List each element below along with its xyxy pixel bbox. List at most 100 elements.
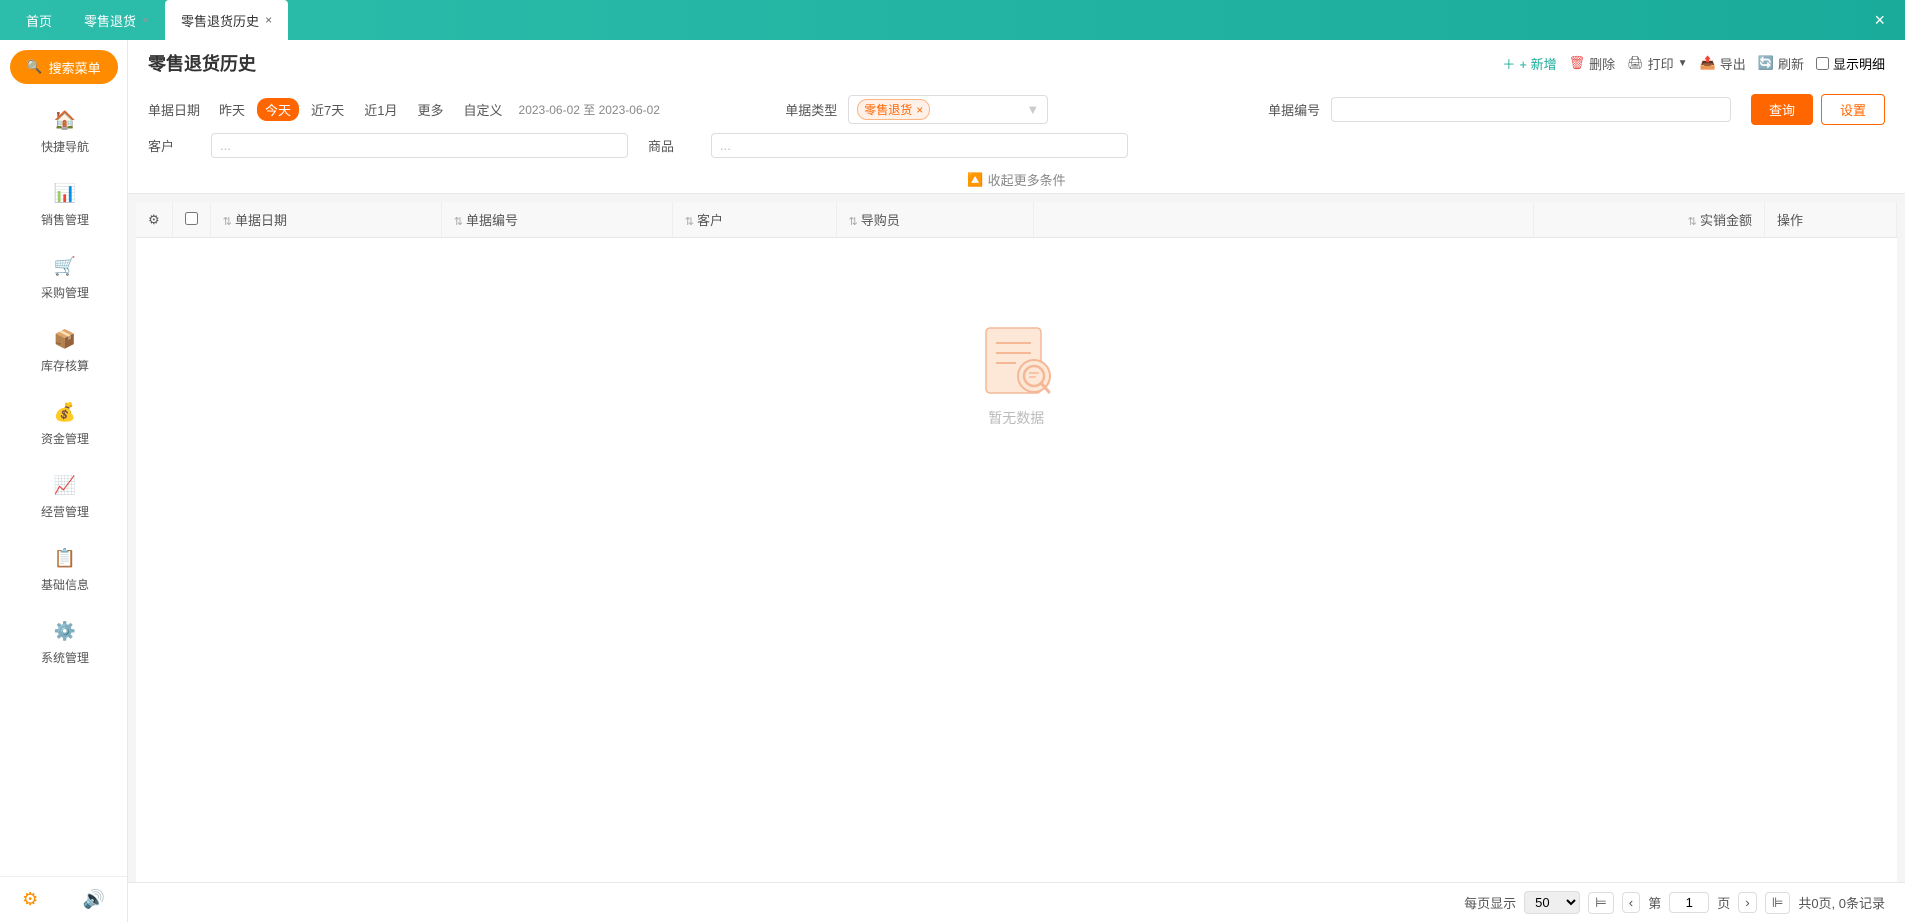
date-filter: 单据日期 昨天 今天 近7天 近1月 更多 自定义 2023-06-02 至 2… <box>148 98 765 121</box>
table-header: ⚙ 单据日期 单据编号 客户 <box>136 202 1897 238</box>
print-icon: 🖨 <box>1627 55 1644 71</box>
sidebar-item-inventory[interactable]: 📦 库存核算 <box>0 313 127 386</box>
sidebar-item-sales-label: 销售管理 <box>41 211 89 228</box>
col-amount-label: 实销金额 <box>1700 213 1752 228</box>
setting-button[interactable]: 设置 <box>1821 94 1885 125</box>
filter-area: 单据日期 昨天 今天 近7天 近1月 更多 自定义 2023-06-02 至 2… <box>148 86 1885 193</box>
date-range-display: 2023-06-02 至 2023-06-02 <box>519 101 660 118</box>
total-label: 共0页, 0条记录 <box>1798 893 1885 912</box>
sidebar-item-system[interactable]: ⚙️ 系统管理 <box>0 605 127 678</box>
display-detail-checkbox-input[interactable] <box>1816 57 1829 70</box>
export-button[interactable]: 📤 导出 <box>1700 54 1746 73</box>
operations-icon: 📈 <box>51 471 79 499</box>
page-unit: 页 <box>1717 893 1730 912</box>
empty-illustration <box>966 318 1066 408</box>
table-settings-icon[interactable]: ⚙ <box>148 212 160 227</box>
sidebar-item-operations[interactable]: 📈 经营管理 <box>0 459 127 532</box>
tab-retail-return-history-label: 零售退货历史 <box>181 11 259 30</box>
content-area: 零售退货历史 ＋ + 新增 🗑 删除 🖨 打印 ▼ <box>128 40 1905 922</box>
topbar-tabs: 首页 零售退货 × 零售退货历史 × <box>10 0 1864 40</box>
goods-input[interactable]: ... <box>711 133 1128 158</box>
new-label: + 新增 <box>1519 54 1556 73</box>
col-doc-no[interactable]: 单据编号 <box>441 202 672 238</box>
col-doc-date[interactable]: 单据日期 <box>210 202 441 238</box>
sidebar-bottom: ⚙ 🔊 <box>0 876 127 922</box>
customer-filter: 客户 ... <box>148 133 628 158</box>
refresh-button[interactable]: 🔄 刷新 <box>1758 54 1804 73</box>
table-body: 暂无数据 <box>136 238 1897 509</box>
col-customer-label: 客户 <box>697 213 723 228</box>
prev-page-button[interactable]: ‹ <box>1622 892 1640 913</box>
sidebar-item-basic-info[interactable]: 📋 基础信息 <box>0 532 127 605</box>
basic-info-icon: 📋 <box>51 544 79 572</box>
empty-text: 暂无数据 <box>988 408 1044 428</box>
system-icon: ⚙️ <box>51 617 79 645</box>
display-detail-toggle[interactable]: 显示明细 <box>1816 54 1885 73</box>
doc-type-select[interactable]: 零售退货 × ▼ <box>848 95 1048 124</box>
sidebar-item-finance[interactable]: 💰 资金管理 <box>0 386 127 459</box>
filter-row-2: 客户 ... 商品 ... <box>148 133 1885 158</box>
refresh-label: 刷新 <box>1778 54 1804 73</box>
sales-icon: 📊 <box>51 179 79 207</box>
search-menu-label: 搜索菜单 <box>49 58 101 77</box>
settings-bottom-icon[interactable]: ⚙ <box>22 889 38 910</box>
date-opt-1month[interactable]: 近1月 <box>356 98 405 121</box>
col-guide-label: 导购员 <box>861 213 900 228</box>
tab-retail-return[interactable]: 零售退货 × <box>68 0 165 40</box>
sidebar-item-sales[interactable]: 📊 销售管理 <box>0 167 127 240</box>
date-opt-more[interactable]: 更多 <box>410 98 452 121</box>
close-retail-return-history-icon[interactable]: × <box>265 13 272 27</box>
tab-home[interactable]: 首页 <box>10 0 68 40</box>
export-icon: 📤 <box>1700 55 1716 71</box>
page-title: 零售退货历史 <box>148 50 256 76</box>
table-checkbox-col[interactable] <box>172 202 210 238</box>
col-action: 操作 <box>1764 202 1896 238</box>
close-retail-return-icon[interactable]: × <box>142 13 149 27</box>
finance-icon: 💰 <box>51 398 79 426</box>
date-opt-7days[interactable]: 近7天 <box>303 98 352 121</box>
doc-type-filter: 单据类型 零售退货 × ▼ <box>785 95 1248 124</box>
page-number-input[interactable] <box>1669 892 1709 913</box>
empty-state: 暂无数据 <box>136 238 1897 508</box>
last-page-button[interactable]: ⊫ <box>1765 892 1791 914</box>
print-button[interactable]: 🖨 打印 ▼ <box>1627 54 1687 73</box>
doc-type-remove-icon[interactable]: × <box>916 103 923 117</box>
page-title-row: 零售退货历史 ＋ + 新增 🗑 删除 🖨 打印 ▼ <box>148 50 1885 76</box>
sidebar-item-basic-info-label: 基础信息 <box>41 576 89 593</box>
col-amount[interactable]: 实销金额 <box>1533 202 1764 238</box>
query-button[interactable]: 查询 <box>1751 94 1813 125</box>
col-action-label: 操作 <box>1777 213 1803 228</box>
delete-icon: 🗑 <box>1569 55 1586 71</box>
tab-retail-return-history[interactable]: 零售退货历史 × <box>165 0 288 40</box>
next-page-button[interactable]: › <box>1738 892 1756 913</box>
search-menu-button[interactable]: 🔍 搜索菜单 <box>10 50 118 84</box>
col-doc-date-label: 单据日期 <box>235 213 287 228</box>
col-customer[interactable]: 客户 <box>672 202 836 238</box>
table-settings-col[interactable]: ⚙ <box>136 202 172 238</box>
delete-button[interactable]: 🗑 删除 <box>1569 54 1616 73</box>
display-detail-label: 显示明细 <box>1833 54 1885 73</box>
date-opt-today[interactable]: 今天 <box>257 98 299 121</box>
select-all-checkbox[interactable] <box>185 212 198 225</box>
sidebar-item-quick-nav[interactable]: 🏠 快捷导航 <box>0 94 127 167</box>
volume-bottom-icon[interactable]: 🔊 <box>82 889 104 910</box>
doc-no-input[interactable] <box>1331 97 1731 122</box>
page-size-select[interactable]: 10 20 50 100 <box>1524 891 1580 914</box>
goods-label: 商品 <box>648 136 703 155</box>
goods-filter: 商品 ... <box>648 133 1128 158</box>
table-header-row: ⚙ 单据日期 单据编号 客户 <box>136 202 1897 238</box>
collapse-button[interactable]: 🔼 收起更多条件 <box>967 170 1065 189</box>
topbar: 首页 零售退货 × 零售退货历史 × × <box>0 0 1905 40</box>
col-guide[interactable]: 导购员 <box>836 202 1033 238</box>
tab-home-label: 首页 <box>26 11 52 30</box>
col-spacer <box>1033 202 1533 238</box>
first-page-button[interactable]: ⊨ <box>1588 892 1614 914</box>
new-button[interactable]: ＋ + 新增 <box>1502 54 1556 73</box>
customer-input[interactable]: ... <box>211 133 628 158</box>
date-opt-custom[interactable]: 自定义 <box>456 98 511 121</box>
sidebar-item-purchase[interactable]: 🛒 采购管理 <box>0 240 127 313</box>
doc-type-tag-text: 零售退货 <box>864 101 912 118</box>
topbar-close-icon[interactable]: × <box>1864 10 1895 31</box>
date-opt-yesterday[interactable]: 昨天 <box>211 98 253 121</box>
page-header: 零售退货历史 ＋ + 新增 🗑 删除 🖨 打印 ▼ <box>128 40 1905 194</box>
